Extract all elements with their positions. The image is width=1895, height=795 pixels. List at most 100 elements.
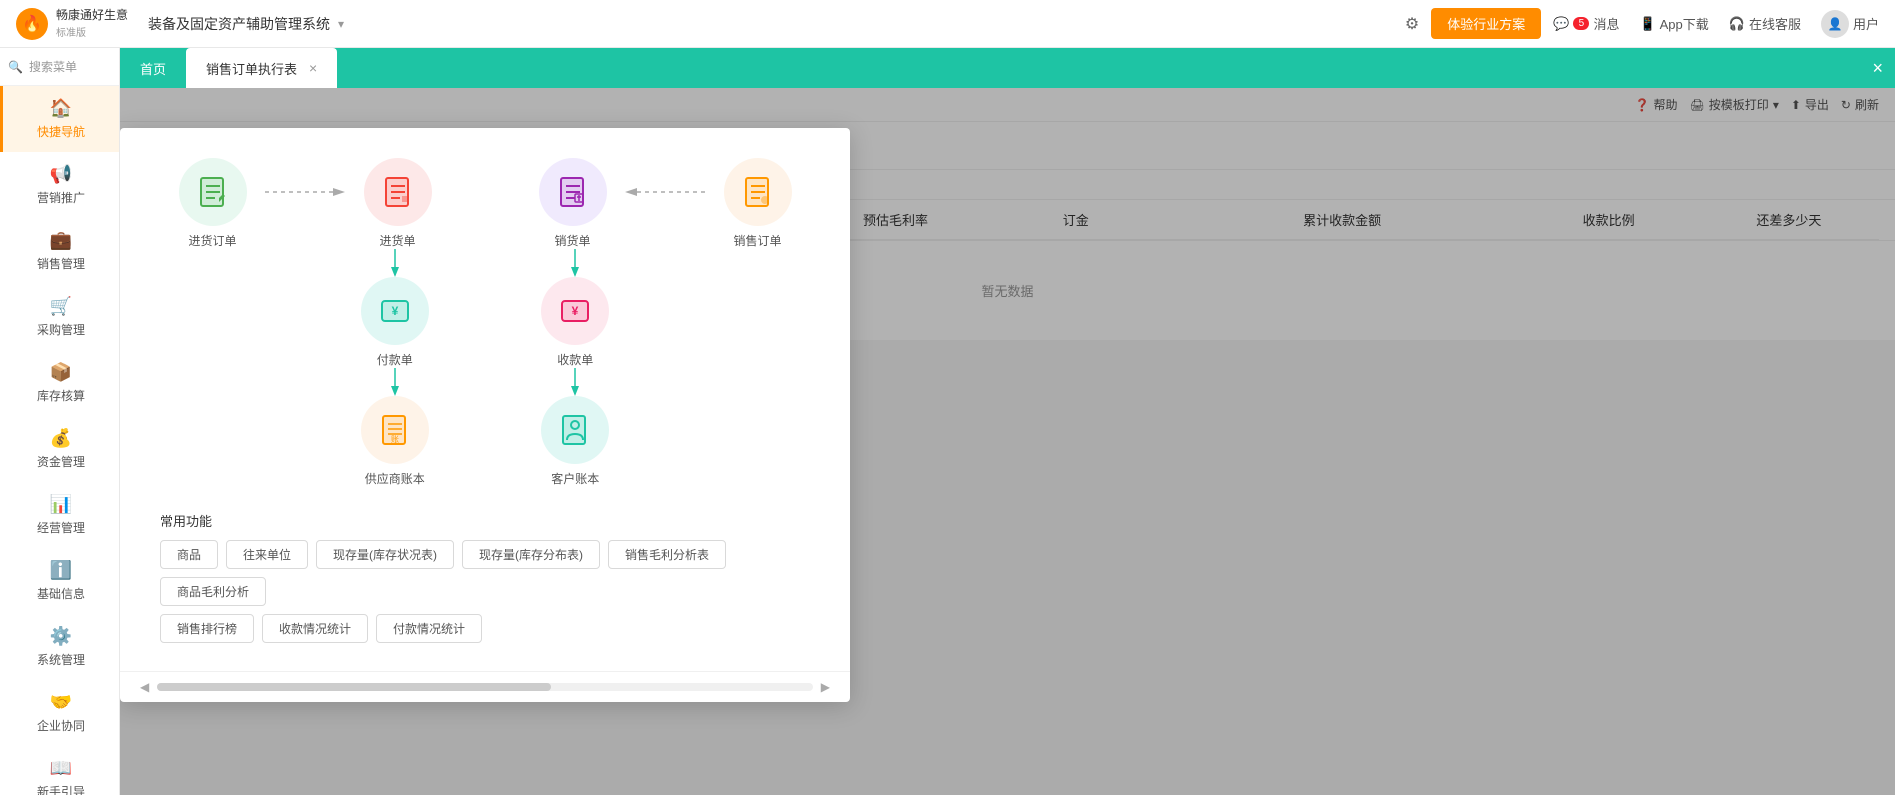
settings-icon[interactable]: ⚙: [1405, 14, 1419, 34]
sidebar-item-marketing[interactable]: 📢 营销推广: [0, 152, 119, 218]
flow-item-purchase-order[interactable]: 进货订单: [160, 158, 265, 249]
avatar: 👤: [1821, 10, 1849, 38]
customer-account-label: 客户账本: [551, 470, 599, 487]
home-icon: 🏠: [50, 98, 72, 119]
app-icon: 📱: [1639, 16, 1655, 32]
message-icon: 💬: [1553, 16, 1569, 32]
func-btn-receipt-stats[interactable]: 收款情况统计: [262, 614, 368, 643]
service-icon: 🎧: [1729, 16, 1745, 32]
scroll-left-icon[interactable]: ◀: [140, 680, 149, 694]
flow-item-supplier-account[interactable]: 账 供应商账本: [341, 396, 449, 487]
purchase-icon: 🛒: [50, 296, 72, 317]
logo-area: 🔥 畅康通好生意 标准版: [16, 8, 136, 40]
business-icon: 📊: [50, 494, 72, 515]
search-icon: 🔍: [8, 60, 23, 74]
user-item[interactable]: 👤 用户: [1821, 10, 1879, 38]
sale-bill-circle: [539, 158, 607, 226]
sidebar-item-quick-nav[interactable]: 🏠 快捷导航: [0, 86, 119, 152]
top-right: 💬 5 消息 📱 App下载 🎧 在线客服 👤 用户: [1553, 10, 1879, 38]
svg-text:账: 账: [391, 435, 399, 444]
tab-close-button[interactable]: ×: [309, 60, 317, 76]
svg-text:¥: ¥: [572, 304, 579, 318]
payment-out-label: 付款单: [377, 351, 413, 368]
scroll-bar-area: ◀ ▶: [120, 671, 850, 702]
common-functions-title: 常用功能: [160, 511, 810, 530]
func-btn-sales-rank[interactable]: 销售排行榜: [160, 614, 254, 643]
trial-button[interactable]: 体验行业方案: [1431, 8, 1541, 39]
popup: 进货订单: [120, 128, 850, 702]
func-btn-counterparty[interactable]: 往来单位: [226, 540, 308, 569]
sidebar-search[interactable]: 🔍 搜索菜单: [0, 48, 119, 86]
system-title: 装备及固定资产辅助管理系统 ▾: [148, 14, 1393, 34]
flow-row-1: 进货订单: [160, 158, 810, 249]
main: 首页 销售订单执行表 × × ❓ 帮助 🖨 按模板打印 ▾ ⬆: [120, 48, 1895, 795]
tab-home[interactable]: 首页: [120, 48, 186, 88]
sidebar: 🔍 搜索菜单 🏠 快捷导航 📢 营销推广 💼 销售管理 🛒 采购管理 📦 库存核…: [0, 48, 120, 795]
payment-out-circle: ¥: [361, 277, 429, 345]
payment-in-label: 收款单: [557, 351, 593, 368]
flow-row-2: ¥ 付款单: [160, 277, 810, 368]
flow-item-payment-out[interactable]: ¥ 付款单: [341, 277, 449, 368]
system-icon: ⚙️: [50, 626, 72, 647]
flow-diagram: 进货订单: [160, 158, 810, 487]
func-grid-row2: 销售排行榜 收款情况统计 付款情况统计: [160, 614, 810, 643]
guide-icon: 📖: [50, 758, 72, 779]
func-btn-sales-profit[interactable]: 销售毛利分析表: [608, 540, 726, 569]
func-btn-payment-stats[interactable]: 付款情况统计: [376, 614, 482, 643]
sales-icon: 💼: [50, 230, 72, 251]
inventory-icon: 📦: [50, 362, 72, 383]
customer-account-circle: [541, 396, 609, 464]
basic-icon: ℹ️: [50, 560, 72, 581]
sidebar-item-basic[interactable]: ℹ️ 基础信息: [0, 548, 119, 614]
svg-text:¥: ¥: [391, 304, 398, 318]
scrollbar-thumb[interactable]: [157, 683, 550, 691]
tab-bar-close-button[interactable]: ×: [1872, 58, 1883, 79]
supplier-account-circle: 账: [361, 396, 429, 464]
sidebar-item-guide[interactable]: 📖 新手引导: [0, 746, 119, 795]
app-download-item[interactable]: 📱 App下载: [1639, 14, 1708, 33]
logo-sub: 标准版: [56, 24, 128, 39]
sidebar-item-sales[interactable]: 💼 销售管理: [0, 218, 119, 284]
logo-icon: 🔥: [16, 8, 48, 40]
scrollbar-track[interactable]: [157, 683, 813, 691]
flow-item-purchase-bill[interactable]: 进货单: [345, 158, 450, 249]
tab-sales-exec[interactable]: 销售订单执行表 ×: [186, 48, 337, 88]
purchase-bill-circle: [364, 158, 432, 226]
tab-bar: 首页 销售订单执行表 × ×: [120, 48, 1895, 88]
purchase-bill-label: 进货单: [379, 232, 415, 249]
flow-item-payment-in[interactable]: ¥ 收款单: [521, 277, 629, 368]
func-btn-stock-dist[interactable]: 现存量(库存分布表): [462, 540, 600, 569]
sidebar-item-finance[interactable]: 💰 资金管理: [0, 416, 119, 482]
func-btn-stock-status[interactable]: 现存量(库存状况表): [316, 540, 454, 569]
func-grid-row1: 商品 往来单位 现存量(库存状况表) 现存量(库存分布表) 销售毛利分析表 商品…: [160, 540, 810, 606]
sale-order-circle: [724, 158, 792, 226]
sidebar-item-purchase[interactable]: 🛒 采购管理: [0, 284, 119, 350]
purchase-order-label: 进货订单: [188, 232, 236, 249]
message-badge: 5: [1573, 17, 1589, 30]
flow-item-sale-bill[interactable]: 销货单: [520, 158, 625, 249]
content-area: ❓ 帮助 🖨 按模板打印 ▾ ⬆ 导出 ↻ 刷新: [120, 88, 1895, 795]
sidebar-item-system[interactable]: ⚙️ 系统管理: [0, 614, 119, 680]
func-btn-product-profit[interactable]: 商品毛利分析: [160, 577, 266, 606]
supplier-account-label: 供应商账本: [365, 470, 425, 487]
popup-inner: 进货订单: [120, 128, 850, 671]
flow-row-3: 账 供应商账本: [160, 396, 810, 487]
sidebar-item-business[interactable]: 📊 经营管理: [0, 482, 119, 548]
func-btn-product[interactable]: 商品: [160, 540, 218, 569]
flow-item-sale-order[interactable]: 销售订单: [705, 158, 810, 249]
online-service-item[interactable]: 🎧 在线客服: [1729, 14, 1801, 33]
common-functions: 常用功能 商品 往来单位 现存量(库存状况表) 现存量(库存分布表) 销售毛利分…: [160, 511, 810, 643]
sale-order-label: 销售订单: [733, 232, 781, 249]
logo-text: 畅康通好生意: [56, 8, 128, 24]
collab-icon: 🤝: [50, 692, 72, 713]
sidebar-item-collab[interactable]: 🤝 企业协同: [0, 680, 119, 746]
sidebar-item-inventory[interactable]: 📦 库存核算: [0, 350, 119, 416]
dropdown-icon[interactable]: ▾: [338, 17, 344, 31]
popup-overlay[interactable]: 进货订单: [120, 88, 1895, 795]
top-bar: 🔥 畅康通好生意 标准版 装备及固定资产辅助管理系统 ▾ ⚙ 体验行业方案 💬 …: [0, 0, 1895, 48]
sale-bill-label: 销货单: [554, 232, 590, 249]
flow-item-customer-account[interactable]: 客户账本: [521, 396, 629, 487]
message-item[interactable]: 💬 5 消息: [1553, 14, 1619, 33]
scroll-right-icon[interactable]: ▶: [821, 680, 830, 694]
payment-in-circle: ¥: [541, 277, 609, 345]
